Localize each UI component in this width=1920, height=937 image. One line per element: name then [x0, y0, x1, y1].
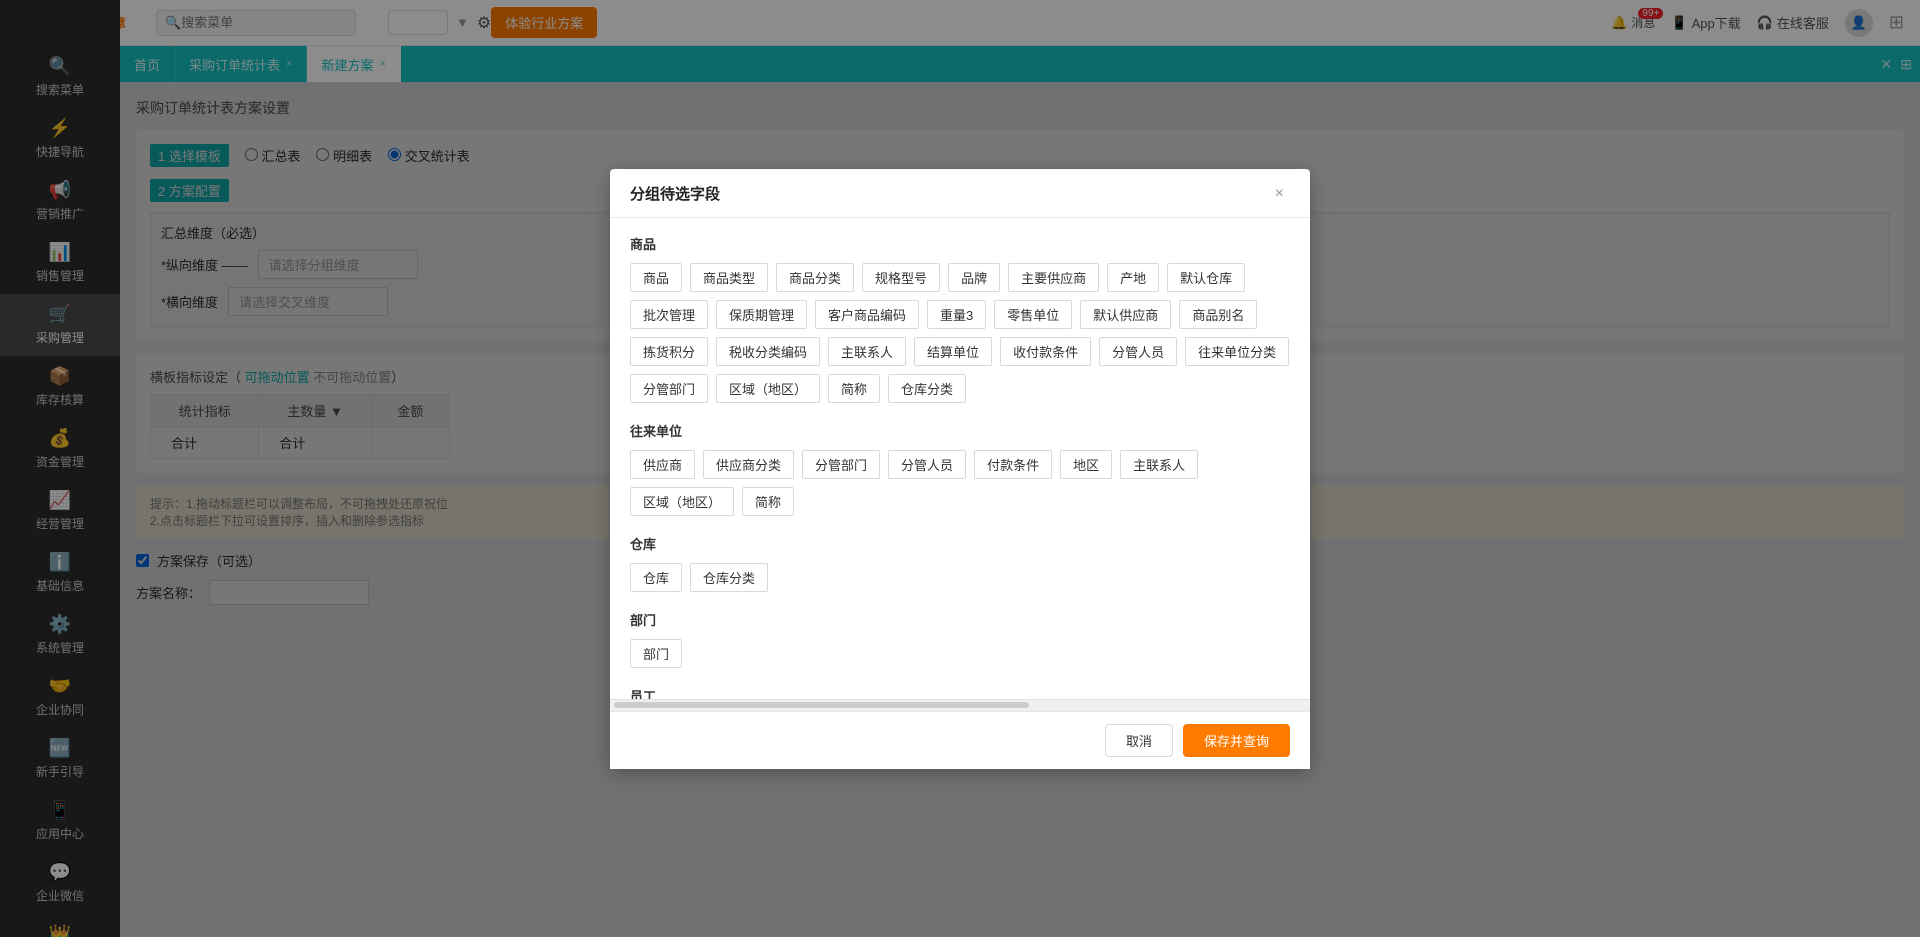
field-retail-unit[interactable]: 零售单位 [994, 300, 1072, 329]
dept-fields: 部门 [630, 639, 1290, 668]
field-department[interactable]: 部门 [630, 639, 682, 668]
field-supplier-category[interactable]: 供应商分类 [703, 450, 794, 479]
field-settlement-unit[interactable]: 结算单位 [914, 337, 992, 366]
partner-fields: 供应商 供应商分类 分管部门 分管人员 付款条件 地区 主联系人 区域（地区） … [630, 450, 1290, 516]
field-wh[interactable]: 仓库 [630, 563, 682, 592]
field-tax-code[interactable]: 税收分类编码 [716, 337, 820, 366]
field-main-contact[interactable]: 主联系人 [828, 337, 906, 366]
field-spec-type[interactable]: 规格型号 [862, 263, 940, 292]
section-dept: 部门 部门 [630, 610, 1290, 668]
field-region-partner[interactable]: 地区 [1060, 450, 1112, 479]
section-partner-title: 往来单位 [630, 421, 1290, 440]
field-mgmt-person[interactable]: 分管人员 [888, 450, 966, 479]
cancel-button[interactable]: 取消 [1105, 724, 1173, 757]
modal-header: 分组待选字段 × [610, 169, 1310, 218]
modal-title: 分组待选字段 [630, 183, 720, 204]
section-goods-title: 商品 [630, 234, 1290, 253]
modal-footer: 取消 保存并查询 [610, 711, 1310, 769]
section-employee: 员工 业务员 [630, 686, 1290, 699]
field-main-supplier[interactable]: 主要供应商 [1008, 263, 1099, 292]
field-supplier[interactable]: 供应商 [630, 450, 695, 479]
field-warehouse-cat[interactable]: 仓库分类 [888, 374, 966, 403]
field-pick-points[interactable]: 拣货积分 [630, 337, 708, 366]
field-region-partner2[interactable]: 区域（地区） [630, 487, 734, 516]
field-wh-category[interactable]: 仓库分类 [690, 563, 768, 592]
field-default-supplier[interactable]: 默认供应商 [1080, 300, 1171, 329]
section-warehouse: 仓库 仓库 仓库分类 [630, 534, 1290, 592]
field-customer-code[interactable]: 客户商品编码 [815, 300, 919, 329]
field-dept-mgmt-goods[interactable]: 分管部门 [630, 374, 708, 403]
field-brand[interactable]: 品牌 [948, 263, 1000, 292]
field-weight3[interactable]: 重量3 [927, 300, 986, 329]
confirm-button[interactable]: 保存并查询 [1183, 724, 1290, 757]
field-short-name[interactable]: 简称 [828, 374, 880, 403]
field-src-unit-cat[interactable]: 往来单位分类 [1185, 337, 1289, 366]
modal-horizontal-scrollbar[interactable] [610, 699, 1310, 711]
field-batch-mgmt[interactable]: 批次管理 [630, 300, 708, 329]
modal-close-btn[interactable]: × [1269, 183, 1290, 205]
field-goods-type[interactable]: 商品类型 [690, 263, 768, 292]
modal-overlay: 分组待选字段 × 商品 商品 商品类型 商品分类 规格型号 品牌 主要供应商 产… [0, 0, 1920, 937]
section-warehouse-title: 仓库 [630, 534, 1290, 553]
field-goods-category[interactable]: 商品分类 [776, 263, 854, 292]
field-goods-alias[interactable]: 商品别名 [1179, 300, 1257, 329]
section-partner: 往来单位 供应商 供应商分类 分管部门 分管人员 付款条件 地区 主联系人 区域… [630, 421, 1290, 516]
field-short-name2[interactable]: 简称 [742, 487, 794, 516]
section-goods: 商品 商品 商品类型 商品分类 规格型号 品牌 主要供应商 产地 默认仓库 批次… [630, 234, 1290, 403]
field-pay-terms[interactable]: 付款条件 [974, 450, 1052, 479]
field-main-contact2[interactable]: 主联系人 [1120, 450, 1198, 479]
modal-dialog: 分组待选字段 × 商品 商品 商品类型 商品分类 规格型号 品牌 主要供应商 产… [610, 169, 1310, 769]
field-default-warehouse[interactable]: 默认仓库 [1167, 263, 1245, 292]
hscroll-thumb [614, 702, 1029, 708]
field-supervisor[interactable]: 分管人员 [1099, 337, 1177, 366]
field-expiry-mgmt[interactable]: 保质期管理 [716, 300, 807, 329]
modal-body: 商品 商品 商品类型 商品分类 规格型号 品牌 主要供应商 产地 默认仓库 批次… [610, 218, 1310, 699]
field-region-goods[interactable]: 区域（地区） [716, 374, 820, 403]
field-goods-name[interactable]: 商品 [630, 263, 682, 292]
field-mgmt-dept[interactable]: 分管部门 [802, 450, 880, 479]
field-origin[interactable]: 产地 [1107, 263, 1159, 292]
section-dept-title: 部门 [630, 610, 1290, 629]
goods-fields: 商品 商品类型 商品分类 规格型号 品牌 主要供应商 产地 默认仓库 批次管理 … [630, 263, 1290, 403]
warehouse-fields: 仓库 仓库分类 [630, 563, 1290, 592]
field-payment-terms[interactable]: 收付款条件 [1000, 337, 1091, 366]
section-employee-title: 员工 [630, 686, 1290, 699]
